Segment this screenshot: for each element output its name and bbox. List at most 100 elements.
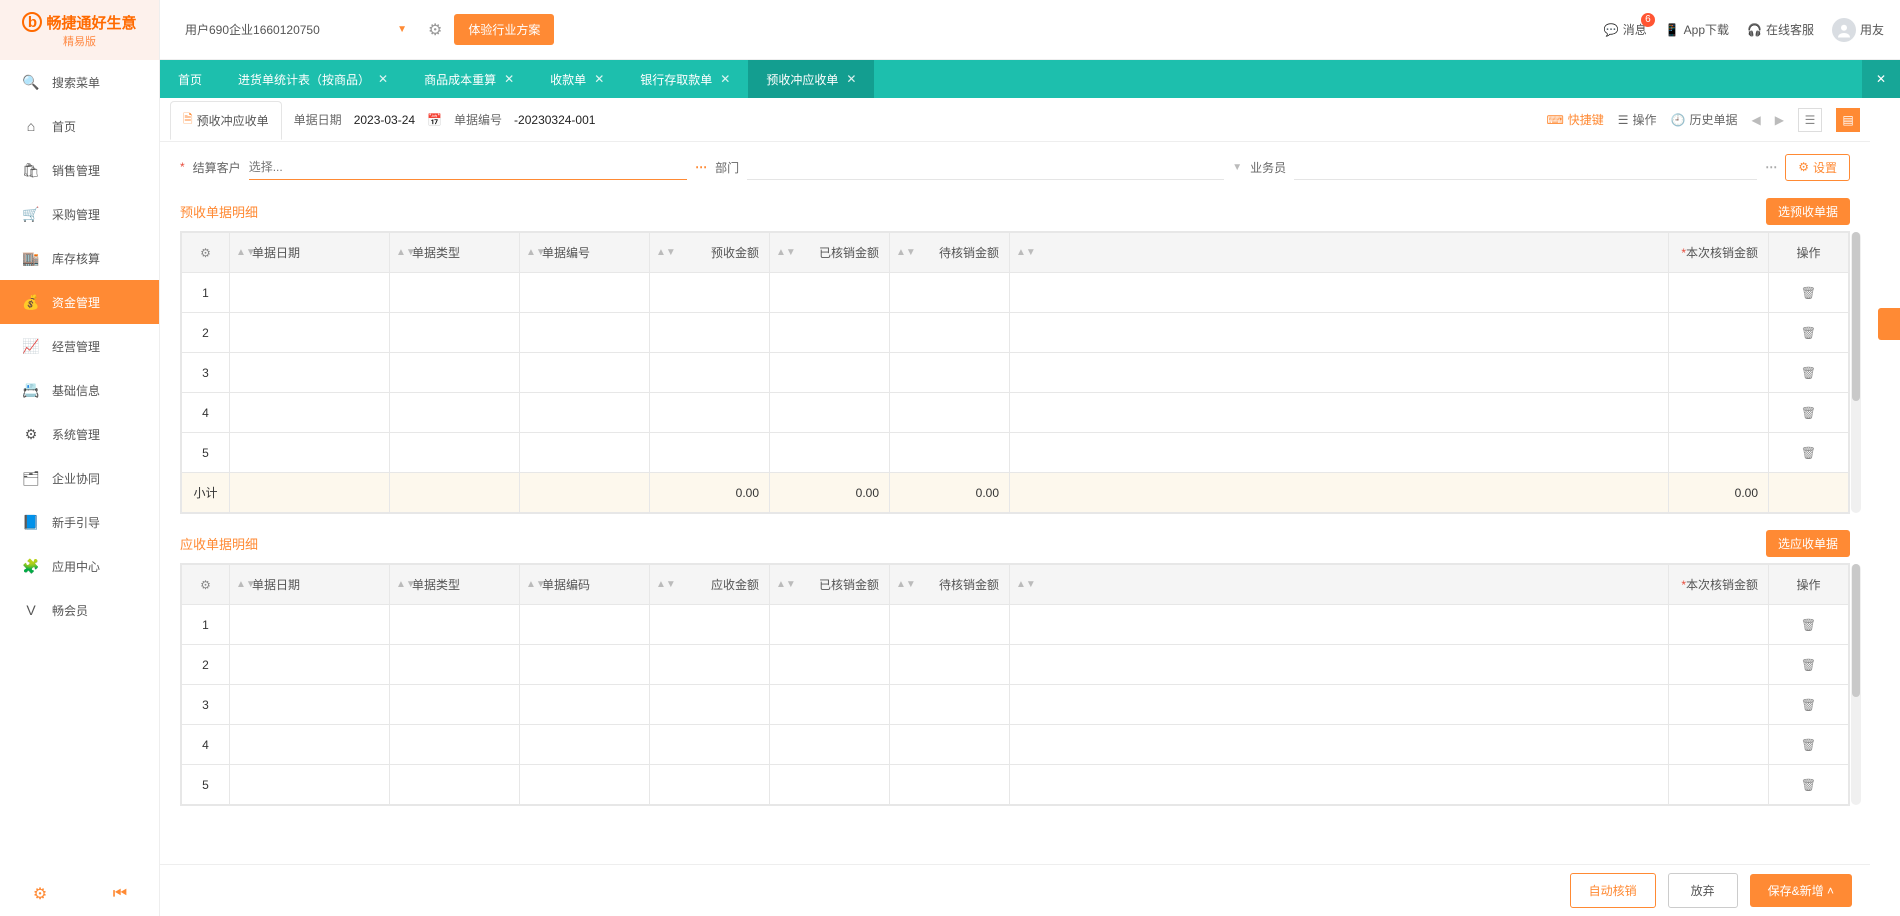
table-gear-button[interactable]: ⚙ (182, 233, 230, 273)
header-gear-icon[interactable]: ⚙ (428, 20, 442, 40)
list-icon: ☰ (1618, 113, 1629, 127)
view-detail-button[interactable]: ▤ (1836, 108, 1860, 132)
row-index: 5 (182, 765, 230, 805)
sidebar-item-2[interactable]: 🛍销售管理 (0, 148, 159, 192)
right-rail-tab[interactable] (1878, 308, 1900, 340)
col-pending-amt[interactable]: ▲▼待核销金额 (890, 233, 1010, 273)
sidebar-item-6[interactable]: 📈经营管理 (0, 324, 159, 368)
table-row[interactable]: 5🗑 (182, 433, 1849, 473)
table-row[interactable]: 3🗑 (182, 685, 1849, 725)
col-written-amt[interactable]: ▲▼已核销金额 (770, 233, 890, 273)
tab-close-icon[interactable]: ✕ (846, 72, 856, 86)
tab-1[interactable]: 进货单统计表（按商品）✕ (220, 60, 406, 98)
select-prepay-button[interactable]: 选预收单据 (1766, 198, 1850, 225)
sidebar-item-10[interactable]: 📘新手引导 (0, 500, 159, 544)
sales-input[interactable] (1294, 154, 1757, 180)
table-row[interactable]: 2🗑 (182, 313, 1849, 353)
col-no[interactable]: ▲▼单据编码 (520, 565, 650, 605)
table-row[interactable]: 5🗑 (182, 765, 1849, 805)
sidebar-item-3[interactable]: 🛒采购管理 (0, 192, 159, 236)
prev-record-button[interactable]: ◀ (1752, 113, 1761, 127)
shortcut-link[interactable]: ⌨快捷键 (1546, 111, 1603, 128)
col-written-amt[interactable]: ▲▼已核销金额 (770, 565, 890, 605)
col-date[interactable]: ▲▼单据日期 (230, 565, 390, 605)
delete-row-icon[interactable]: 🗑 (1801, 738, 1816, 752)
delete-row-icon[interactable]: 🗑 (1801, 698, 1816, 712)
tab-close-icon[interactable]: ✕ (504, 72, 514, 86)
delete-row-icon[interactable]: 🗑 (1801, 778, 1816, 792)
try-plan-button[interactable]: 体验行业方案 (454, 14, 554, 45)
col-pending-amt[interactable]: ▲▼待核销金额 (890, 565, 1010, 605)
col-this-write[interactable]: *本次核销金额 (1669, 565, 1769, 605)
sidebar-item-9[interactable]: 🗂企业协同 (0, 456, 159, 500)
company-dropdown[interactable]: 用户690企业1660120750 ▼ (176, 15, 416, 45)
operations-link[interactable]: ☰操作 (1618, 111, 1657, 128)
messages-link[interactable]: 💬 消息 6 (1604, 21, 1647, 38)
scrollbar[interactable] (1851, 564, 1861, 805)
view-compact-button[interactable]: ☰ (1798, 108, 1822, 132)
date-value[interactable]: 2023-03-24 (354, 113, 415, 127)
sidebar-item-5[interactable]: 💰资金管理 (0, 280, 159, 324)
app-download-label: App下载 (1684, 21, 1729, 38)
tab-5[interactable]: 预收冲应收单✕ (748, 60, 874, 98)
settings-button[interactable]: ⚙设置 (1785, 154, 1850, 181)
table-row[interactable]: 1🗑 (182, 605, 1849, 645)
col-receivable-amt[interactable]: ▲▼应收金额 (650, 565, 770, 605)
sidebar-collapse-icon[interactable]: ⏮ (80, 872, 160, 916)
delete-row-icon[interactable]: 🗑 (1801, 286, 1816, 300)
delete-row-icon[interactable]: 🗑 (1801, 366, 1816, 380)
col-prepay-amt[interactable]: ▲▼预收金额 (650, 233, 770, 273)
tab-0[interactable]: 首页 (160, 60, 220, 98)
page-tab[interactable]: 🗎 预收冲应收单 (170, 101, 282, 140)
dept-select[interactable] (747, 154, 1224, 180)
tab-close-icon[interactable]: ✕ (594, 72, 604, 86)
delete-row-icon[interactable]: 🗑 (1801, 326, 1816, 340)
sidebar-item-1[interactable]: ⌂首页 (0, 104, 159, 148)
table-gear-button[interactable]: ⚙ (182, 565, 230, 605)
select-receivable-button[interactable]: 选应收单据 (1766, 530, 1850, 557)
col-type[interactable]: ▲▼单据类型 (390, 233, 520, 273)
tab-3[interactable]: 收款单✕ (532, 60, 622, 98)
col-flex[interactable]: ▲▼ (1010, 565, 1669, 605)
sidebar-item-4[interactable]: 🏬库存核算 (0, 236, 159, 280)
table-row[interactable]: 4🗑 (182, 725, 1849, 765)
col-no[interactable]: ▲▼单据编号 (520, 233, 650, 273)
table-row[interactable]: 1🗑 (182, 273, 1849, 313)
app-download-link[interactable]: 📱App下载 (1665, 21, 1729, 38)
service-link[interactable]: 🎧在线客服 (1747, 21, 1814, 38)
user-menu[interactable]: 用友 (1832, 18, 1884, 42)
sidebar-item-7[interactable]: 📇基础信息 (0, 368, 159, 412)
delete-row-icon[interactable]: 🗑 (1801, 658, 1816, 672)
close-all-tabs-button[interactable]: ✕ (1862, 60, 1900, 98)
col-type[interactable]: ▲▼单据类型 (390, 565, 520, 605)
sidebar-settings-icon[interactable]: ⚙ (0, 872, 80, 916)
sidebar-item-12[interactable]: V畅会员 (0, 588, 159, 632)
save-button[interactable]: 保存&新增 ˄ (1750, 874, 1852, 907)
table-row[interactable]: 4🗑 (182, 393, 1849, 433)
delete-row-icon[interactable]: 🗑 (1801, 446, 1816, 460)
table-row[interactable]: 2🗑 (182, 645, 1849, 685)
sidebar-item-0[interactable]: 🔍搜索菜单 (0, 60, 159, 104)
col-this-write[interactable]: *本次核销金额 (1669, 233, 1769, 273)
discard-button[interactable]: 放弃 (1668, 873, 1738, 908)
history-link[interactable]: 🕘历史单据 (1671, 111, 1738, 128)
col-date[interactable]: ▲▼单据日期 (230, 233, 390, 273)
calendar-icon[interactable]: 📅 (427, 113, 442, 127)
table-row[interactable]: 3🗑 (182, 353, 1849, 393)
customer-input[interactable] (249, 154, 687, 180)
customer-lookup-button[interactable]: ⋯ (695, 160, 707, 174)
sales-lookup-button[interactable]: ⋯ (1765, 160, 1777, 174)
sidebar-icon: 📇 (22, 382, 40, 399)
tab-close-icon[interactable]: ✕ (378, 72, 388, 86)
delete-row-icon[interactable]: 🗑 (1801, 618, 1816, 632)
tab-close-icon[interactable]: ✕ (720, 72, 730, 86)
sidebar-item-11[interactable]: 🧩应用中心 (0, 544, 159, 588)
delete-row-icon[interactable]: 🗑 (1801, 406, 1816, 420)
auto-writeoff-button[interactable]: 自动核销 (1570, 873, 1656, 908)
sidebar-item-8[interactable]: ⚙系统管理 (0, 412, 159, 456)
tab-2[interactable]: 商品成本重算✕ (406, 60, 532, 98)
next-record-button[interactable]: ▶ (1775, 113, 1784, 127)
scrollbar[interactable] (1851, 232, 1861, 513)
tab-4[interactable]: 银行存取款单✕ (622, 60, 748, 98)
col-flex[interactable]: ▲▼ (1010, 233, 1669, 273)
